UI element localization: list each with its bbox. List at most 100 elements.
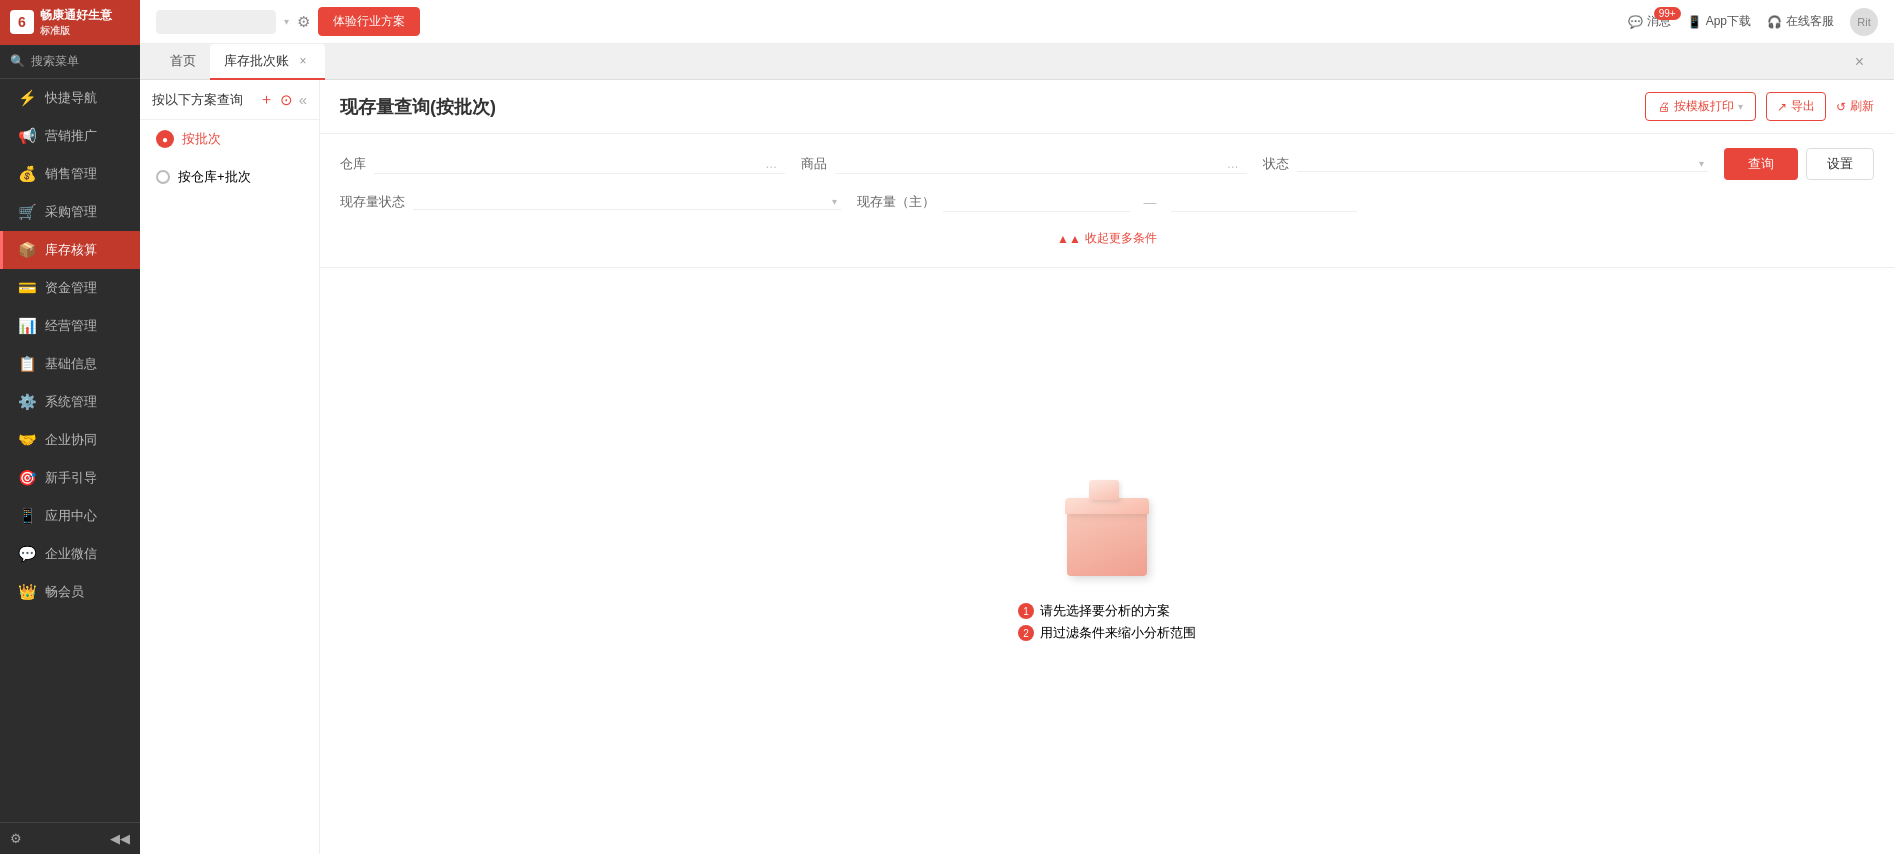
status-select-wrapper[interactable]: ▾ [1297,156,1708,172]
stock-qty-dash: — [1138,195,1163,210]
box-body [1067,511,1147,576]
left-panel-header: 按以下方案查询 ＋ ⊙ « [140,80,319,120]
empty-illustration [1047,476,1167,586]
industry-solution-button[interactable]: 体验行业方案 [318,7,420,36]
hint-num-2: 2 [1018,625,1034,641]
scheme-settings-icon[interactable]: ⊙ [280,91,293,109]
wechat-label: 企业微信 [45,545,97,563]
app-download-button[interactable]: 📱 App下载 [1687,13,1751,30]
sidebar-item-enterprise[interactable]: 🤝 企业协同 [0,421,140,459]
purchase-label: 采购管理 [45,203,97,221]
vip-label: 畅会员 [45,583,84,601]
online-service-button[interactable]: 🎧 在线客服 [1767,13,1834,30]
sidebar-header: 6 畅康通好生意 标准版 [0,0,140,45]
product-label: 商品 [801,155,827,173]
scheme-label-by-warehouse-batch: 按仓库+批次 [178,168,251,186]
sidebar-item-inventory[interactable]: 📦 库存核算 [0,231,140,269]
stock-status-label: 现存量状态 [340,193,405,211]
page-title: 现存量查询(按批次) [340,95,496,119]
sidebar-item-sales[interactable]: 💰 销售管理 [0,155,140,193]
tab-close-icon[interactable]: × [295,53,311,69]
warehouse-input[interactable] [378,156,761,171]
sidebar-item-app-center[interactable]: 📱 应用中心 [0,497,140,535]
operations-icon: 📊 [17,317,37,335]
export-button[interactable]: ↗ 导出 [1766,92,1826,121]
topbar: ▾ ⚙ 体验行业方案 💬 消息 99+ 📱 App下载 🎧 在线客服 Rit [140,0,1894,44]
print-button[interactable]: 🖨 按模板打印 ▾ [1645,92,1756,121]
refresh-label: 刷新 [1850,98,1874,115]
stock-qty-max-wrapper[interactable] [1171,192,1358,212]
stock-qty-min-input[interactable] [947,194,1126,209]
warehouse-more-icon[interactable]: … [761,157,781,171]
newbie-icon: 🎯 [17,469,37,487]
print-label: 按模板打印 [1674,98,1734,115]
topbar-left: ▾ ⚙ 体验行业方案 [156,7,1618,36]
empty-hint-1: 1 请先选择要分析的方案 [1018,602,1196,620]
tab-close-right-icon[interactable]: × [1841,45,1878,79]
search-icon: 🔍 [10,54,25,68]
add-scheme-button[interactable]: ＋ [259,90,274,109]
filter-row-2: 现存量状态 ▾ 现存量（主） — [340,192,1874,212]
print-icon: 🖨 [1658,100,1670,114]
tab-inventory-batch[interactable]: 库存批次账 × [210,44,325,80]
collapse-panel-icon[interactable]: « [299,91,307,108]
stock-qty-max-input[interactable] [1175,194,1354,209]
vip-icon: 👑 [17,583,37,601]
search-dropdown-icon[interactable]: ▾ [284,16,289,27]
wechat-icon: 💬 [17,545,37,563]
scheme-item-by-batch[interactable]: ● 按批次 [140,120,319,158]
message-icon: 💬 [1628,15,1643,29]
sidebar-item-quick-nav[interactable]: ⚡ 快捷导航 [0,79,140,117]
scheme-item-by-warehouse-batch[interactable]: 按仓库+批次 [140,158,319,196]
product-input[interactable] [839,156,1222,171]
system-label: 系统管理 [45,393,97,411]
footer-collapse-icon[interactable]: ◀◀ [110,831,130,846]
user-profile[interactable]: Rit [1850,8,1878,36]
product-more-icon[interactable]: … [1223,157,1243,171]
operations-label: 经营管理 [45,317,97,335]
export-label: 导出 [1791,98,1815,115]
stock-status-select-wrapper[interactable]: ▾ [413,194,841,210]
sidebar-item-newbie[interactable]: 🎯 新手引导 [0,459,140,497]
system-icon: ⚙️ [17,393,37,411]
collapse-label: 收起更多条件 [1085,230,1157,247]
topbar-gear-icon[interactable]: ⚙ [297,13,310,31]
empty-hints-block: 1 请先选择要分析的方案 2 用过滤条件来缩小分析范围 [1018,602,1196,646]
tab-home[interactable]: 首页 [156,44,210,80]
print-dropdown-icon: ▾ [1738,101,1743,112]
sidebar-item-wechat[interactable]: 💬 企业微信 [0,535,140,573]
warehouse-field: 仓库 … [340,154,785,174]
stock-qty-min-wrapper[interactable] [943,192,1130,212]
message-button[interactable]: 💬 消息 99+ [1628,13,1671,30]
sidebar-item-marketing[interactable]: 📢 营销推广 [0,117,140,155]
warehouse-input-wrapper[interactable]: … [374,154,785,174]
sidebar-item-basic[interactable]: 📋 基础信息 [0,345,140,383]
sidebar-search[interactable]: 🔍 搜索菜单 [0,45,140,79]
sidebar-item-finance[interactable]: 💳 资金管理 [0,269,140,307]
scheme-icon-active: ● [156,130,174,148]
sidebar-item-system[interactable]: ⚙️ 系统管理 [0,383,140,421]
main-area: ▾ ⚙ 体验行业方案 💬 消息 99+ 📱 App下载 🎧 在线客服 Rit [140,0,1894,854]
topbar-search-box [156,10,276,34]
empty-hint-2: 2 用过滤条件来缩小分析范围 [1018,624,1196,642]
tabbar: 首页 库存批次账 × × [140,44,1894,80]
query-button[interactable]: 查询 [1724,148,1798,180]
footer-gear-icon[interactable]: ⚙ [10,831,22,846]
collapse-up-icon: ▲▲ [1057,232,1081,246]
message-badge: 99+ [1654,7,1681,20]
sidebar-nav: ⚡ 快捷导航 📢 营销推广 💰 销售管理 🛒 采购管理 📦 库存核算 💳 资金管… [0,79,140,822]
collapse-conditions-button[interactable]: ▲▲ 收起更多条件 [340,224,1874,253]
sidebar-item-vip[interactable]: 👑 畅会员 [0,573,140,611]
refresh-button[interactable]: ↺ 刷新 [1836,98,1874,115]
sidebar-item-operations[interactable]: 📊 经营管理 [0,307,140,345]
app-edition: 标准版 [40,24,112,37]
box-item [1089,480,1119,500]
sidebar-footer: ⚙ ◀◀ [0,822,140,854]
enterprise-icon: 🤝 [17,431,37,449]
scheme-label-by-batch: 按批次 [182,130,221,148]
left-panel-title: 按以下方案查询 [152,91,243,109]
settings-button[interactable]: 设置 [1806,148,1874,180]
hint-text-1: 请先选择要分析的方案 [1040,602,1170,620]
sidebar-item-purchase[interactable]: 🛒 采购管理 [0,193,140,231]
product-input-wrapper[interactable]: … [835,154,1246,174]
